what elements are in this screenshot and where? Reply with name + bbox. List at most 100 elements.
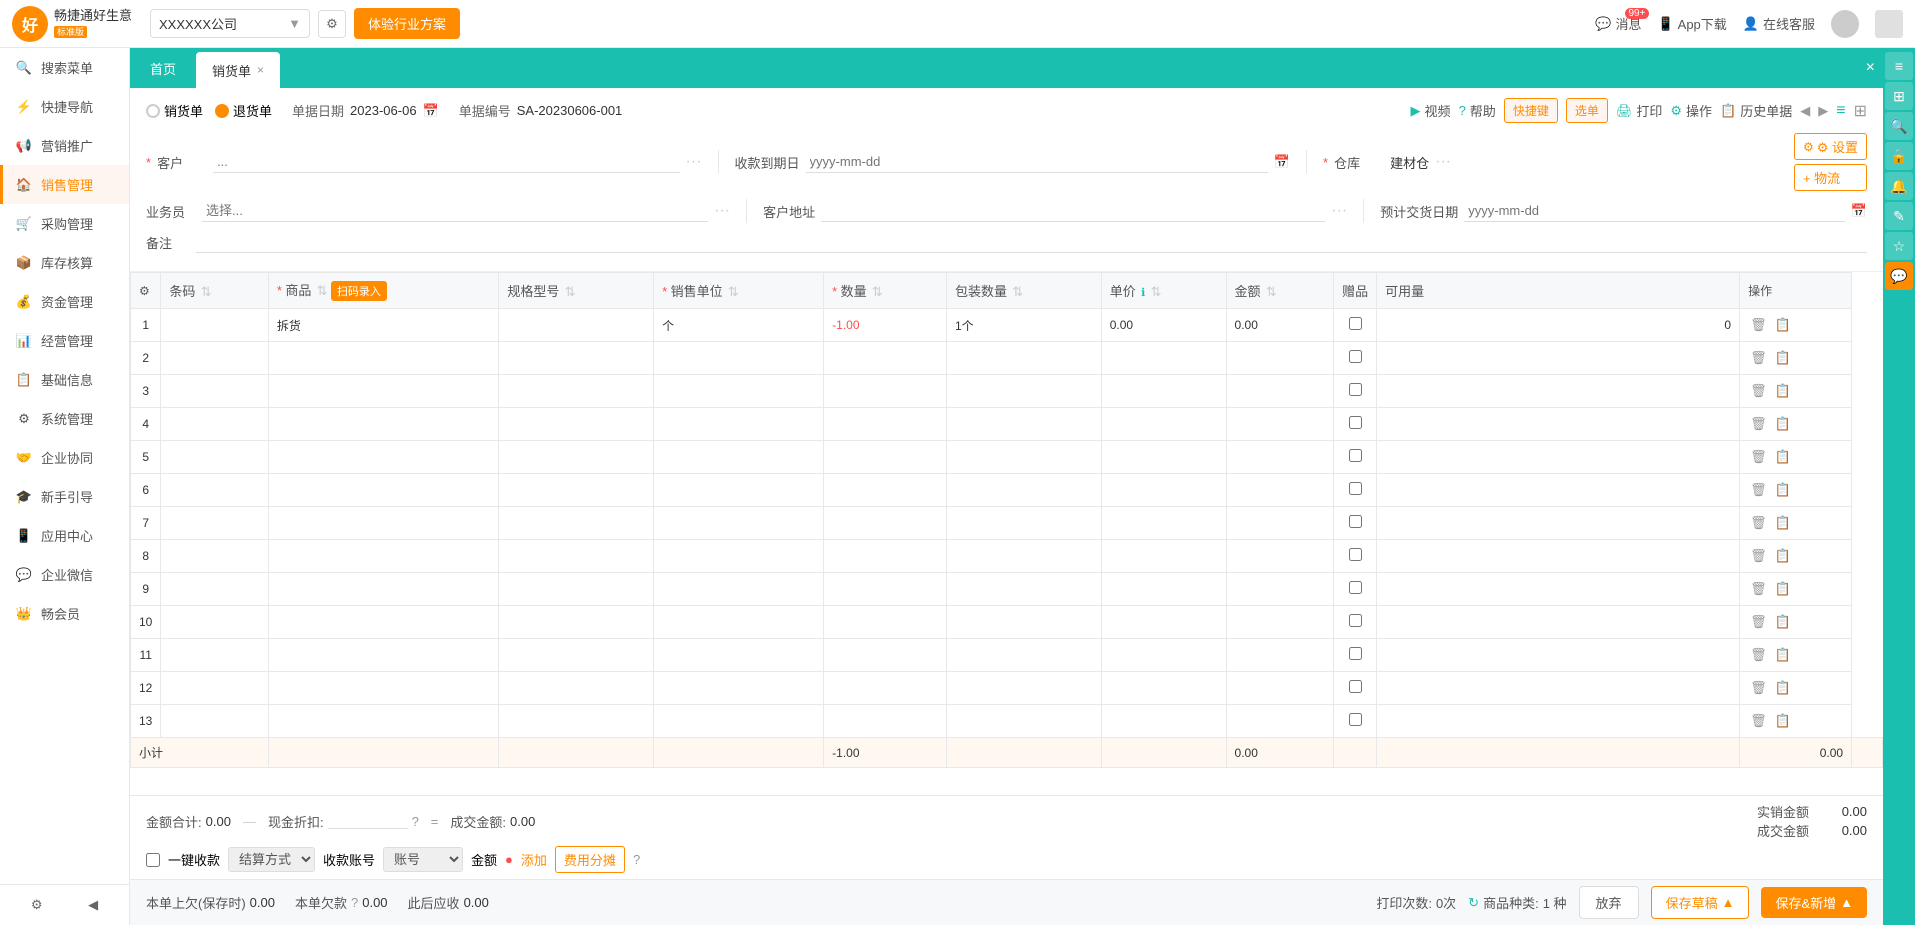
cell-unit-price[interactable] [1101, 540, 1226, 573]
barcode-sort-icon[interactable]: ⇅ [201, 284, 212, 299]
cell-quantity[interactable] [824, 441, 947, 474]
cell-gift[interactable] [1334, 342, 1377, 375]
copy-row-button[interactable]: 📋 [1773, 381, 1793, 401]
delete-row-button[interactable]: 🗑 [1748, 546, 1769, 566]
copy-row-button[interactable]: 📋 [1773, 513, 1793, 533]
sidebar-item-quicknav[interactable]: ⚡ 快捷导航 [0, 87, 129, 126]
cell-unit-price[interactable] [1101, 573, 1226, 606]
company-selector[interactable]: XXXXXX公司 ▼ [150, 9, 310, 38]
arrears-help-icon[interactable]: ? [351, 895, 358, 910]
cell-unit-price[interactable] [1101, 639, 1226, 672]
customer-address-input[interactable] [821, 200, 1325, 222]
right-panel-btn-6[interactable]: ☆ [1885, 232, 1913, 260]
gift-checkbox[interactable] [1349, 581, 1362, 594]
copy-row-button[interactable]: 📋 [1773, 711, 1793, 731]
delete-row-button[interactable]: 🗑 [1748, 645, 1769, 665]
customer-input[interactable] [213, 151, 679, 173]
sidebar-item-search[interactable]: 🔍 搜索菜单 [0, 48, 129, 87]
sidebar-item-basic[interactable]: 📋 基础信息 [0, 360, 129, 399]
copy-row-button[interactable]: 📋 [1773, 546, 1793, 566]
save-draft-button[interactable]: 保存草稿 ▲ [1651, 886, 1750, 919]
actions-button[interactable]: ⚙ 操作 [1670, 101, 1712, 120]
sidebar-item-inventory[interactable]: 📦 库存核算 [0, 243, 129, 282]
cell-unit-price[interactable] [1101, 342, 1226, 375]
sidebar-item-apps[interactable]: 📱 应用中心 [0, 516, 129, 555]
cell-product[interactable] [268, 672, 499, 705]
copy-row-button[interactable]: 📋 [1773, 579, 1793, 599]
sidebar-item-finance[interactable]: 💰 资金管理 [0, 282, 129, 321]
save-draft-dropdown-icon[interactable]: ▲ [1722, 895, 1735, 910]
refresh-icon[interactable]: ↻ [1468, 895, 1479, 911]
scan-button[interactable]: 扫码录入 [331, 281, 387, 301]
prev-record-button[interactable]: ◀ [1800, 103, 1810, 119]
delete-row-button[interactable]: 🗑 [1748, 447, 1769, 467]
sidebar-settings-button[interactable]: ⚙ [27, 893, 47, 917]
trial-button[interactable]: 体验行业方案 [354, 8, 460, 39]
right-panel-btn-0[interactable]: ≡ [1885, 52, 1913, 80]
cash-discount-input[interactable] [328, 813, 408, 829]
date-calendar-icon[interactable]: 📅 [423, 103, 439, 119]
add-payment-button[interactable]: 添加 [521, 850, 547, 869]
cell-quantity[interactable] [824, 672, 947, 705]
message-button[interactable]: 💬 消息 99+ [1595, 14, 1641, 33]
sales-order-radio[interactable]: 销货单 [146, 101, 203, 120]
cell-product[interactable]: 拆货 [268, 309, 499, 342]
delete-row-button[interactable]: 🗑 [1748, 480, 1769, 500]
cell-product[interactable] [268, 573, 499, 606]
product-sort-icon[interactable]: ⇅ [317, 283, 328, 298]
expense-split-button[interactable]: 费用分摊 [555, 846, 625, 873]
delete-row-button[interactable]: 🗑 [1748, 513, 1769, 533]
cell-gift[interactable] [1334, 606, 1377, 639]
payment-account-select[interactable]: 账号 [383, 847, 463, 872]
gift-checkbox[interactable] [1349, 548, 1362, 561]
gift-checkbox[interactable] [1349, 449, 1362, 462]
cell-quantity[interactable] [824, 342, 947, 375]
copy-row-button[interactable]: 📋 [1773, 315, 1793, 335]
app-download-button[interactable]: 📱 App下载 [1657, 14, 1726, 33]
one-click-payment-checkbox[interactable] [146, 853, 160, 867]
delete-row-button[interactable]: 🗑 [1748, 579, 1769, 599]
unit-sort-icon[interactable]: ⇅ [728, 284, 739, 299]
shortcut-button[interactable]: 快捷键 [1504, 98, 1558, 123]
user-avatar[interactable] [1831, 10, 1859, 38]
sidebar-item-member[interactable]: 👑 畅会员 [0, 594, 129, 633]
user-menu-button[interactable] [1875, 10, 1903, 38]
cell-product[interactable] [268, 540, 499, 573]
warehouse-dots-button[interactable]: ··· [1435, 153, 1451, 171]
right-panel-btn-4[interactable]: 🔔 [1885, 172, 1913, 200]
gift-checkbox[interactable] [1349, 383, 1362, 396]
cell-unit-price[interactable] [1101, 375, 1226, 408]
abandon-button[interactable]: 放弃 [1579, 886, 1639, 919]
expense-help-icon[interactable]: ? [633, 852, 640, 867]
sidebar-item-newbie[interactable]: 🎓 新手引导 [0, 477, 129, 516]
sidebar-item-sales[interactable]: 🏠 销售管理 [0, 165, 129, 204]
cell-unit-price[interactable] [1101, 606, 1226, 639]
cell-gift[interactable] [1334, 705, 1377, 738]
tab-sales-order[interactable]: 销货单 × [196, 52, 280, 88]
cell-quantity[interactable] [824, 573, 947, 606]
delete-row-button[interactable]: 🗑 [1748, 711, 1769, 731]
right-panel-btn-3[interactable]: 🔒 [1885, 142, 1913, 170]
cell-product[interactable] [268, 507, 499, 540]
copy-row-button[interactable]: 📋 [1773, 612, 1793, 632]
sidebar-item-system[interactable]: ⚙ 系统管理 [0, 399, 129, 438]
cell-quantity[interactable] [824, 639, 947, 672]
gift-checkbox[interactable] [1349, 713, 1362, 726]
cell-gift[interactable] [1334, 507, 1377, 540]
gift-checkbox[interactable] [1349, 680, 1362, 693]
list-view-button[interactable]: ≡ [1836, 102, 1845, 120]
copy-row-button[interactable]: 📋 [1773, 480, 1793, 500]
cell-product[interactable] [268, 606, 499, 639]
cell-quantity[interactable]: -1.00 [824, 309, 947, 342]
cell-gift[interactable] [1334, 573, 1377, 606]
cell-product[interactable] [268, 408, 499, 441]
cell-quantity[interactable] [824, 705, 947, 738]
price-info-icon[interactable]: ℹ [1141, 287, 1145, 299]
cell-quantity[interactable] [824, 606, 947, 639]
cell-unit-price[interactable]: 0.00 [1101, 309, 1226, 342]
cell-gift[interactable] [1334, 639, 1377, 672]
cell-quantity[interactable] [824, 375, 947, 408]
cell-gift[interactable] [1334, 375, 1377, 408]
cell-product[interactable] [268, 441, 499, 474]
gift-checkbox[interactable] [1349, 317, 1362, 330]
